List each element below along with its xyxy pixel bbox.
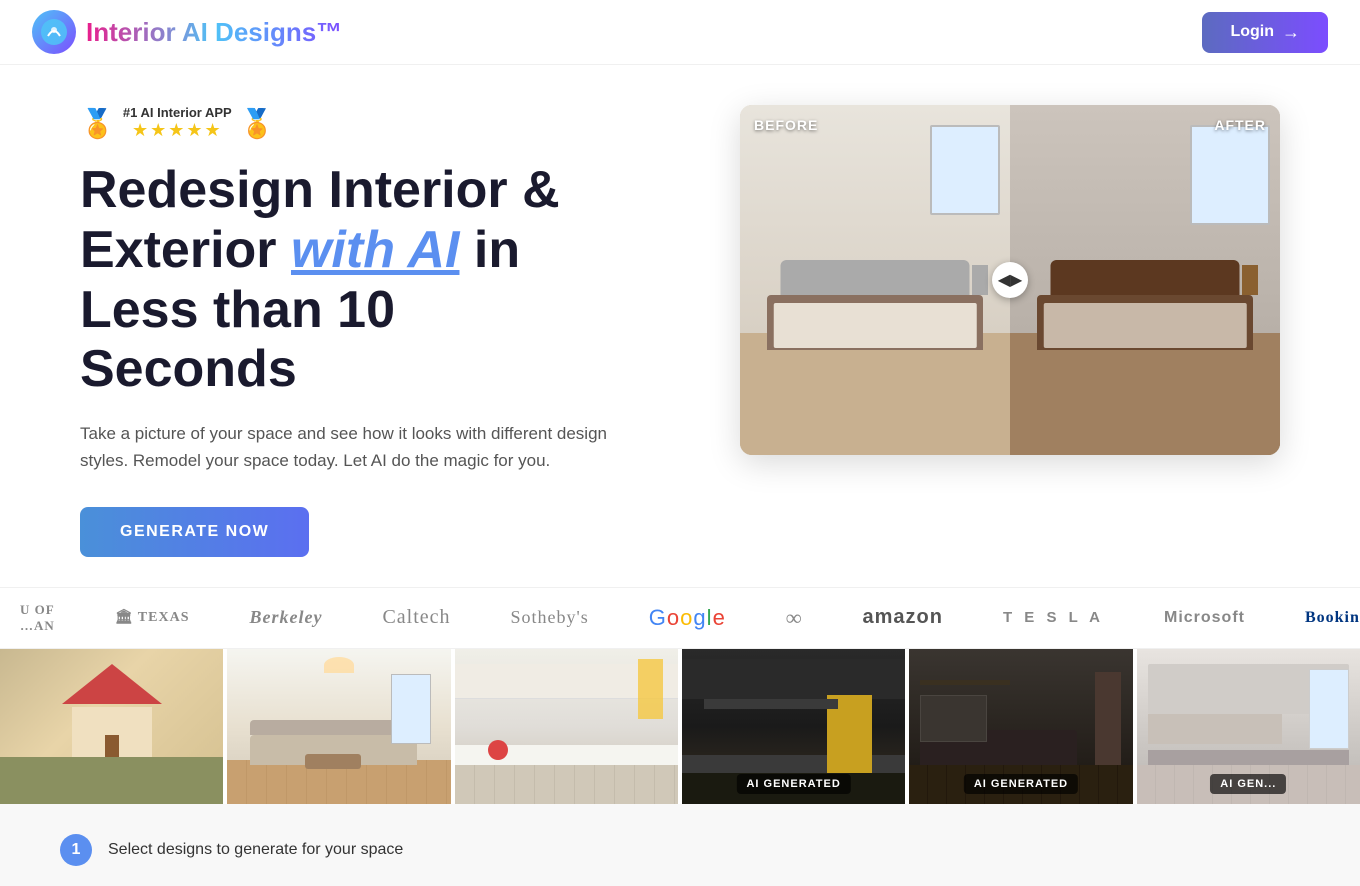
before-bedding [774,303,977,348]
step-item-1: 1 Select designs to generate for your sp… [60,834,1300,866]
brand-logo-google: Google [649,605,726,631]
before-panel [740,105,1010,455]
ceiling-lamp [324,657,354,673]
house-door [105,735,119,757]
step-text-1: Select designs to generate for your spac… [108,841,403,859]
nav-left: Interior AI Designs™ [32,10,342,54]
after-window [1190,125,1270,225]
login-button[interactable]: Login → [1202,12,1328,53]
gallery-strip: AI GENERATED AI GENERATED AI GEN... [0,649,1360,804]
gallery-item-4[interactable]: AI GENERATED [682,649,905,804]
logo-icon [32,10,76,54]
dark-cabinet-top [682,659,905,699]
after-floor [1010,333,1280,456]
ai-generated-badge-5: AI GENERATED [964,774,1078,794]
before-floor [740,333,1010,456]
kitchen-floor [455,760,678,803]
gallery-item-6[interactable]: AI GEN... [1137,649,1360,804]
generate-now-button[interactable]: GENERATE NOW [80,507,309,557]
navbar: Interior AI Designs™ Login → [0,0,1360,65]
hero-heading: Redesign Interior & Exterior with AI in … [80,161,630,400]
after-headboard [1051,260,1240,295]
laurel-right-icon: 🏅 [240,107,275,140]
brand-logo-microsoft: Microsoft [1164,609,1245,627]
award-text: #1 AI Interior APP ★★★★★ [123,105,232,141]
brand-logo-booking: Booking.com [1305,609,1360,627]
brand-logo-uf: U OF…AN [20,602,55,634]
before-headboard [781,260,970,295]
ai-generated-badge-6: AI GEN... [1210,774,1286,794]
brand-logo-texas: 🏛 TEXAS [115,609,190,626]
step-number-1: 1 [60,834,92,866]
site-title: Interior AI Designs™ [86,17,342,48]
hero-description: Take a picture of your space and see how… [80,420,630,474]
after-label: AFTER [1214,117,1266,133]
gallery-item-1[interactable] [0,649,223,804]
kitchen-window-yellow [638,659,663,719]
house-roof-icon [62,664,162,704]
brand-logo-berkeley: Berkeley [249,607,322,628]
coffee-table [305,754,361,769]
after-room-scene [1010,105,1280,455]
hero-right: BEFORE AFTER ◀▶ [740,105,1280,455]
ai-highlight: with AI [291,221,460,279]
after-lamp [1242,265,1258,295]
brand-logo-amazon: amazon [863,606,943,629]
award-stars: ★★★★★ [123,120,232,141]
gallery-item-2[interactable] [227,649,450,804]
gallery-item-3[interactable] [455,649,678,804]
before-room-scene [740,105,1010,455]
slider-handle[interactable]: ◀▶ [992,262,1028,298]
brand-logo-tesla: T E S L A [1003,609,1104,626]
hero-section: 🏅 #1 AI Interior APP ★★★★★ 🏅 Redesign In… [0,65,1360,587]
ai-generated-badge-4: AI GENERATED [736,774,850,794]
before-label: BEFORE [754,117,818,133]
gallery-item-5[interactable]: AI GENERATED [909,649,1132,804]
arrow-icon: → [1282,22,1300,43]
brand-logo-sothebys: Sotheby's [511,607,589,628]
laurel-left-icon: 🏅 [80,107,115,140]
award-badge: 🏅 #1 AI Interior APP ★★★★★ 🏅 [80,105,630,141]
brands-strip: U OF…AN 🏛 TEXAS Berkeley Caltech Sotheby… [0,587,1360,649]
gallery-scene-kitchen [455,649,678,804]
gallery-scene-exterior [0,649,223,804]
hero-left: 🏅 #1 AI Interior APP ★★★★★ 🏅 Redesign In… [80,105,630,557]
after-bedding [1044,303,1247,348]
before-window [930,125,1000,215]
before-lamp [972,265,988,295]
brand-logo-meta: ∞ [786,605,803,631]
gallery-scene-living [227,649,450,804]
award-title: #1 AI Interior APP [123,105,232,120]
before-after-slider[interactable]: BEFORE AFTER ◀▶ [740,105,1280,455]
after-panel [1010,105,1280,455]
brands-inner: U OF…AN 🏛 TEXAS Berkeley Caltech Sotheby… [0,602,1360,634]
steps-section: 1 Select designs to generate for your sp… [0,804,1360,886]
brand-logo-caltech: Caltech [382,606,450,629]
